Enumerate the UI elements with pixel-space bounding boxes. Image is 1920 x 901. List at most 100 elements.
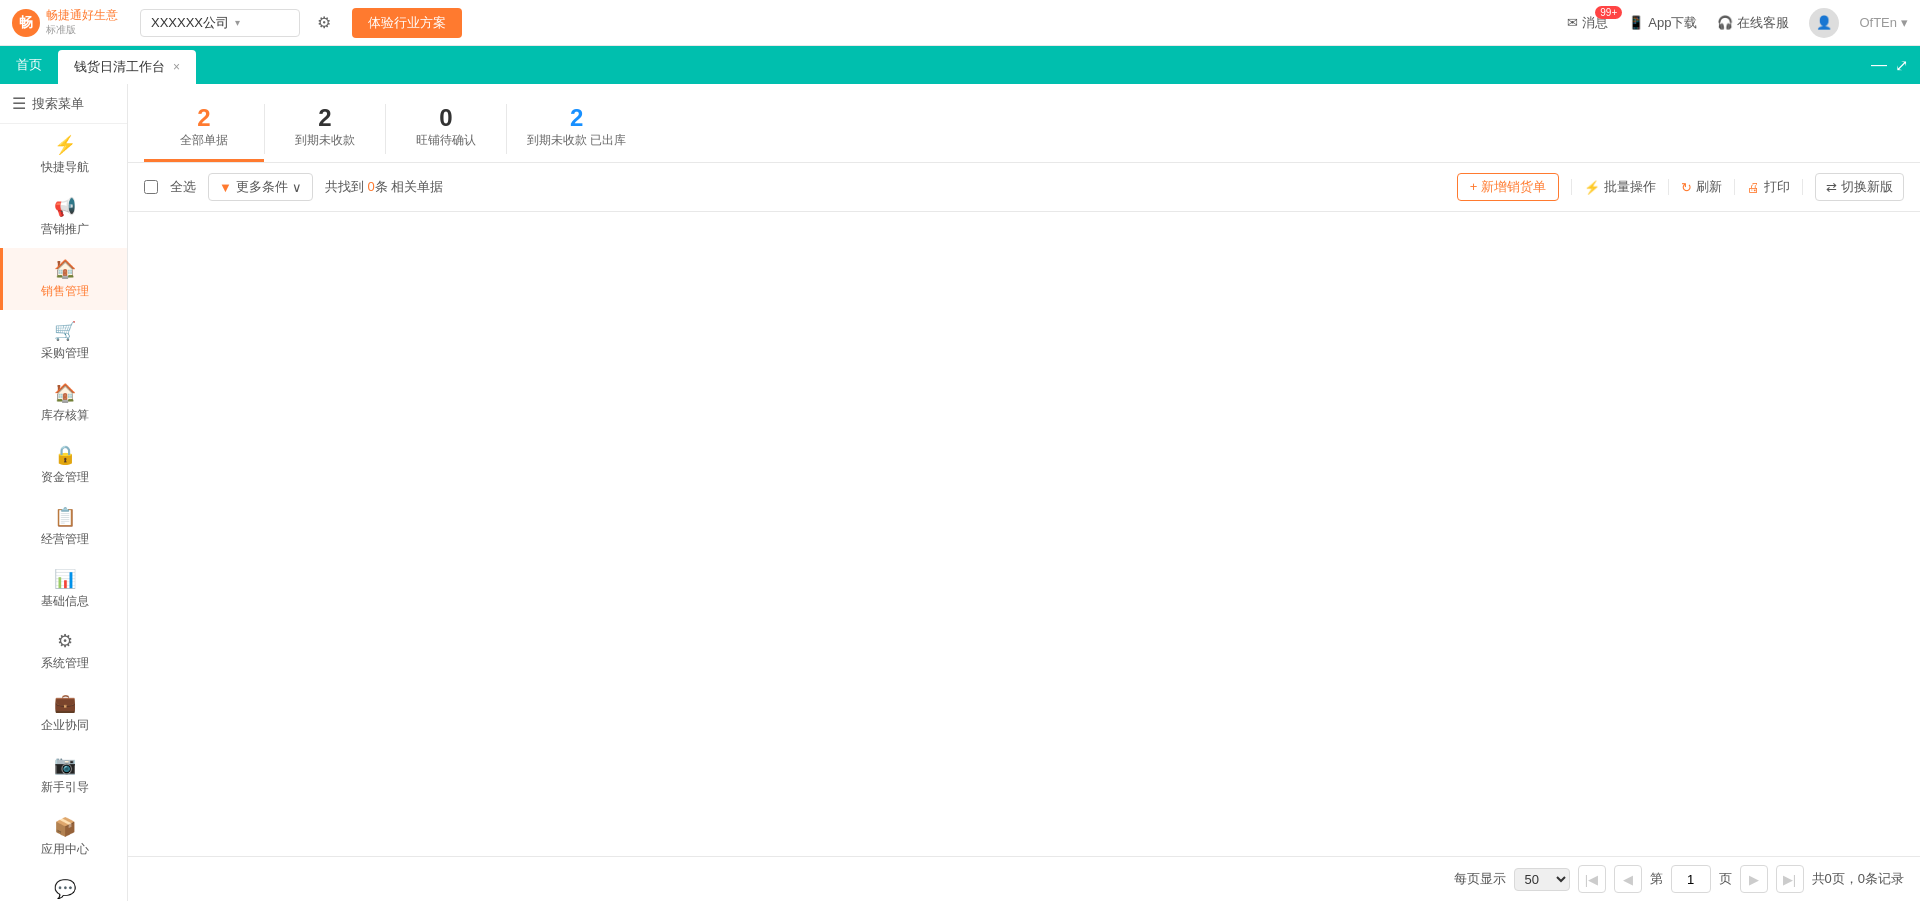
content-area: 2 全部单据 2 到期未收款 0 旺铺待确认 2 到期未收款 已出库 全选 xyxy=(128,84,1920,901)
sidebar-label-guide: 新手引导 xyxy=(41,779,89,796)
switch-version-button[interactable]: ⇄ 切换新版 xyxy=(1815,173,1904,201)
tab-close-icon[interactable]: × xyxy=(173,60,180,74)
last-page-button[interactable]: ▶| xyxy=(1776,865,1804,893)
search-icon: ☰ xyxy=(12,94,26,113)
current-page-input[interactable] xyxy=(1671,865,1711,893)
sidebar-item-enterprise[interactable]: 💼 企业协同 xyxy=(0,682,127,744)
sidebar-label-sales: 销售管理 xyxy=(41,283,89,300)
add-sale-order-button[interactable]: + 新增销货单 xyxy=(1457,173,1559,201)
page-label: 第 xyxy=(1650,870,1663,888)
message-badge: 99+ xyxy=(1595,6,1622,19)
toolbar-divider-3 xyxy=(1734,179,1735,195)
user-label: OfTEn xyxy=(1859,15,1897,30)
sidebar-label-marketing: 营销推广 xyxy=(41,221,89,238)
batch-label: 批量操作 xyxy=(1604,178,1656,196)
batch-icon: ⚡ xyxy=(1584,180,1600,195)
quick-nav-icon: ⚡ xyxy=(54,134,76,156)
stat-label-all: 全部单据 xyxy=(180,132,228,149)
app-name: 畅捷通好生意 xyxy=(46,8,118,24)
sales-icon: 🏠 xyxy=(54,258,76,280)
toolbar-divider-4 xyxy=(1802,179,1803,195)
inventory-icon: 🏠 xyxy=(54,382,76,404)
sidebar-label-sys-mgmt: 系统管理 xyxy=(41,655,89,672)
marketing-icon: 📢 xyxy=(54,196,76,218)
trial-button[interactable]: 体验行业方案 xyxy=(352,8,462,38)
message-button[interactable]: ✉ 消息 99+ xyxy=(1567,14,1608,32)
stat-number-pending: 0 xyxy=(439,104,452,132)
sidebar-label-app-center: 应用中心 xyxy=(41,841,89,858)
settings-button[interactable]: ⚙ xyxy=(308,7,340,39)
sidebar-item-purchase[interactable]: 🛒 采购管理 xyxy=(0,310,127,372)
sidebar-item-weixin[interactable]: 💬 企业微信 xyxy=(0,868,127,901)
app-edition: 标准版 xyxy=(46,23,118,37)
toolbar-divider-1 xyxy=(1571,179,1572,195)
sidebar-item-guide[interactable]: 📷 新手引导 xyxy=(0,744,127,806)
sidebar-item-finance[interactable]: 🔒 资金管理 xyxy=(0,434,127,496)
finance-icon: 🔒 xyxy=(54,444,76,466)
sidebar-item-operation[interactable]: 📋 经营管理 xyxy=(0,496,127,558)
user-avatar[interactable]: 👤 xyxy=(1809,8,1839,38)
refresh-button[interactable]: ↻ 刷新 xyxy=(1681,178,1722,196)
home-tab-label: 首页 xyxy=(16,56,42,74)
stat-label-overdue: 到期未收款 xyxy=(295,132,355,149)
sidebar-item-quick-nav[interactable]: ⚡ 快捷导航 xyxy=(0,124,127,186)
first-page-button[interactable]: |◀ xyxy=(1578,865,1606,893)
stat-tab-shipped[interactable]: 2 到期未收款 已出库 xyxy=(507,96,646,162)
toolbar: 全选 ▼ 更多条件 ∨ 共找到 0条 相关单据 + 新增销货单 ⚡ 批量操作 ↻ xyxy=(128,163,1920,212)
filter-label: 更多条件 xyxy=(236,178,288,196)
switch-label: 切换新版 xyxy=(1841,178,1893,196)
filter-icon: ▼ xyxy=(219,180,232,195)
tab-maximize-icon[interactable]: ⤢ xyxy=(1895,56,1908,75)
company-selector[interactable]: XXXXXX公司 ▾ xyxy=(140,9,300,37)
sidebar: ☰ 搜索菜单 ⚡ 快捷导航 📢 营销推广 🏠 销售管理 🛒 采购管理 🏠 库存核… xyxy=(0,84,128,901)
sidebar-item-sales[interactable]: 🏠 销售管理 xyxy=(0,248,127,310)
logo-area: 畅 畅捷通好生意 标准版 xyxy=(12,8,140,38)
sidebar-item-sys-mgmt[interactable]: ⚙ 系统管理 xyxy=(0,620,127,682)
app-download-button[interactable]: 📱 App下载 xyxy=(1628,14,1697,32)
print-icon: 🖨 xyxy=(1747,180,1760,195)
user-chevron-icon: ▾ xyxy=(1901,15,1908,30)
page-unit: 页 xyxy=(1719,870,1732,888)
stat-tab-pending[interactable]: 0 旺铺待确认 xyxy=(386,96,506,162)
sidebar-search-menu[interactable]: ☰ 搜索菜单 xyxy=(0,84,127,124)
online-service-button[interactable]: 🎧 在线客服 xyxy=(1717,14,1789,32)
tab-minimize-icon[interactable]: — xyxy=(1871,56,1887,74)
stat-label-shipped: 到期未收款 已出库 xyxy=(527,132,626,149)
sidebar-label-enterprise: 企业协同 xyxy=(41,717,89,734)
tab-home[interactable]: 首页 xyxy=(0,46,58,84)
toolbar-right: + 新增销货单 ⚡ 批量操作 ↻ 刷新 🖨 打印 ⇄ xyxy=(1457,173,1904,201)
found-count: 0 xyxy=(368,179,375,194)
toolbar-divider-2 xyxy=(1668,179,1669,195)
operation-icon: 📋 xyxy=(54,506,76,528)
total-info: 共0页，0条记录 xyxy=(1812,870,1904,888)
filter-button[interactable]: ▼ 更多条件 ∨ xyxy=(208,173,313,201)
header-right: ✉ 消息 99+ 📱 App下载 🎧 在线客服 👤 OfTEn ▾ xyxy=(1567,8,1908,38)
daily-work-tab-label: 钱货日清工作台 xyxy=(74,58,165,76)
base-info-icon: 📊 xyxy=(54,568,76,590)
tab-daily-work[interactable]: 钱货日清工作台 × xyxy=(58,50,196,84)
stat-tab-all[interactable]: 2 全部单据 xyxy=(144,96,264,162)
batch-action-button[interactable]: ⚡ 批量操作 xyxy=(1584,178,1656,196)
per-page-select[interactable]: 50 100 200 xyxy=(1514,868,1570,891)
sidebar-label-finance: 资金管理 xyxy=(41,469,89,486)
stat-label-pending: 旺铺待确认 xyxy=(416,132,476,149)
next-page-button[interactable]: ▶ xyxy=(1740,865,1768,893)
sidebar-label-inventory: 库存核算 xyxy=(41,407,89,424)
prev-page-button[interactable]: ◀ xyxy=(1614,865,1642,893)
message-icon: ✉ xyxy=(1567,15,1578,30)
sidebar-item-app-center[interactable]: 📦 应用中心 xyxy=(0,806,127,868)
select-all-label: 全选 xyxy=(170,178,196,196)
stat-tab-overdue[interactable]: 2 到期未收款 xyxy=(265,96,385,162)
company-name: XXXXXX公司 xyxy=(151,14,229,32)
sidebar-item-inventory[interactable]: 🏠 库存核算 xyxy=(0,372,127,434)
print-button[interactable]: 🖨 打印 xyxy=(1747,178,1790,196)
found-text: 共找到 0条 相关单据 xyxy=(325,178,443,196)
sidebar-item-marketing[interactable]: 📢 营销推广 xyxy=(0,186,127,248)
sidebar-item-base-info[interactable]: 📊 基础信息 xyxy=(0,558,127,620)
user-name[interactable]: OfTEn ▾ xyxy=(1859,15,1908,30)
select-all-checkbox[interactable] xyxy=(144,180,158,194)
sys-mgmt-icon: ⚙ xyxy=(57,630,73,652)
top-header: 畅 畅捷通好生意 标准版 XXXXXX公司 ▾ ⚙ 体验行业方案 ✉ 消息 99… xyxy=(0,0,1920,46)
stats-tabs: 2 全部单据 2 到期未收款 0 旺铺待确认 2 到期未收款 已出库 xyxy=(128,84,1920,163)
sidebar-label-purchase: 采购管理 xyxy=(41,345,89,362)
